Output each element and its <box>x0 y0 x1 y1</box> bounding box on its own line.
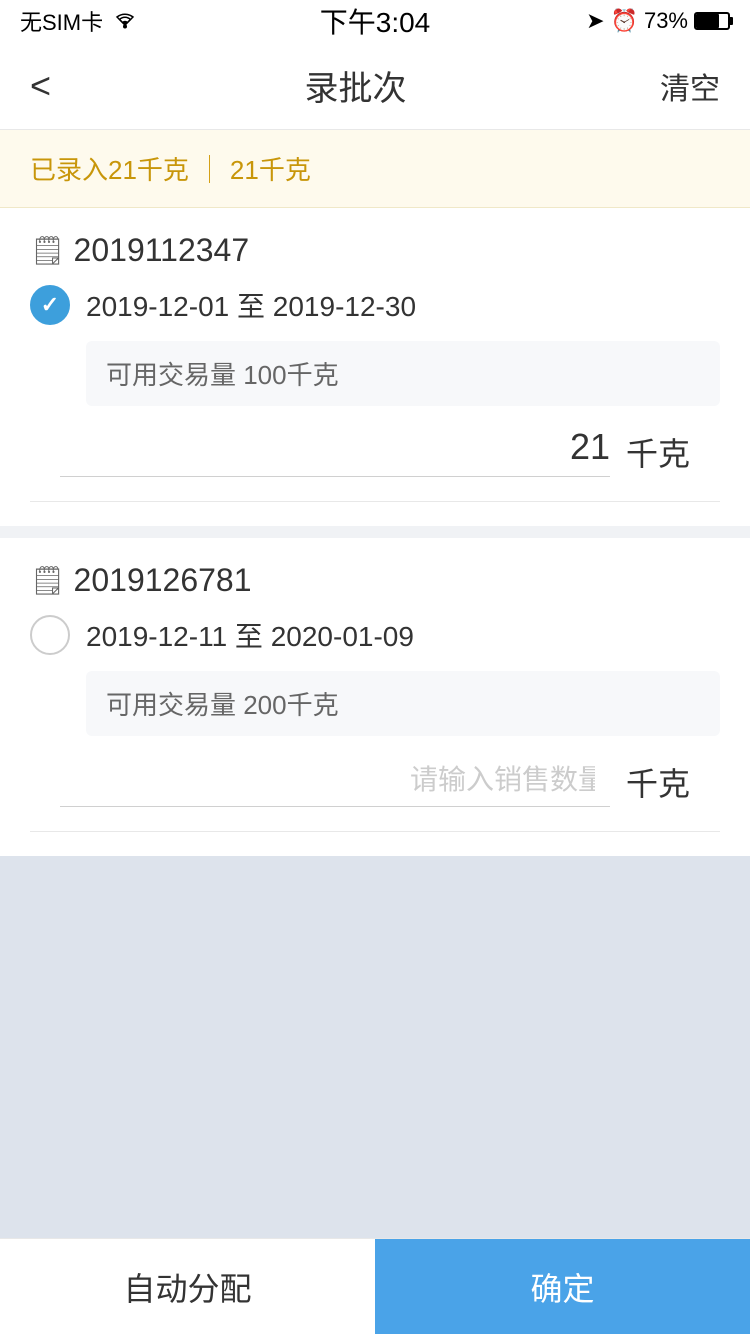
status-bar-left: 无SIM卡 <box>20 5 139 37</box>
status-bar: 无SIM卡 下午3:04 ➤ ⏰ 73% <box>0 0 750 42</box>
batch-date-row-2[interactable]: 2019-12-11 至 2020-01-09 <box>30 615 720 655</box>
quantity-row-2: 千克 <box>30 736 720 832</box>
auto-distribute-button[interactable]: 自动分配 <box>0 1239 375 1334</box>
carrier-text: 无SIM卡 <box>20 5 103 37</box>
batch-date-1: 2019-12-01 至 2019-12-30 <box>86 285 416 325</box>
battery-icon <box>694 12 730 30</box>
confirm-button[interactable]: 确定 <box>375 1239 750 1334</box>
bottom-bar: 自动分配 确定 <box>0 1238 750 1334</box>
batch-doc-icon-2: 🗒 <box>30 564 66 597</box>
batch-id-1: 2019112347 <box>74 232 250 269</box>
summary-entered: 已录入21千克 <box>30 150 189 187</box>
available-qty-1: 可用交易量 100千克 <box>86 341 720 406</box>
batch-item-2: 🗒 2019126781 2019-12-11 至 2020-01-09 可用交… <box>0 526 750 856</box>
quantity-row-1: 21 千克 <box>30 406 720 502</box>
summary-divider <box>209 155 210 183</box>
status-bar-time: 下午3:04 <box>320 1 431 41</box>
status-bar-right: ➤ ⏰ 73% <box>586 8 730 34</box>
batch-date-row-1[interactable]: 2019-12-01 至 2019-12-30 <box>30 285 720 325</box>
summary-amount: 21千克 <box>230 150 311 187</box>
nav-bar: < 录批次 清空 <box>0 42 750 130</box>
location-icon: ➤ <box>586 8 604 34</box>
quantity-input-container-1: 21 <box>60 426 610 477</box>
quantity-value-1: 21 <box>570 426 610 468</box>
batch-item-1: 🗒 2019112347 2019-12-01 至 2019-12-30 可用交… <box>0 208 750 526</box>
wifi-icon <box>111 7 139 35</box>
batch-date-2: 2019-12-11 至 2020-01-09 <box>86 615 414 655</box>
empty-space <box>0 856 750 1256</box>
back-button[interactable]: < <box>30 65 51 107</box>
batch-radio-1[interactable] <box>30 285 70 325</box>
batch-id-2: 2019126781 <box>74 562 252 599</box>
quantity-input-container-2 <box>60 756 610 807</box>
batch-doc-icon-1: 🗒 <box>30 234 66 267</box>
page-title: 录批次 <box>305 61 407 110</box>
batch-id-row-2: 🗒 2019126781 <box>30 562 720 599</box>
batch-list: 🗒 2019112347 2019-12-01 至 2019-12-30 可用交… <box>0 208 750 856</box>
summary-banner: 已录入21千克 21千克 <box>0 130 750 208</box>
clear-button[interactable]: 清空 <box>660 64 720 108</box>
quantity-input-2[interactable] <box>410 756 610 798</box>
quantity-unit-1: 千克 <box>626 429 690 475</box>
available-qty-2: 可用交易量 200千克 <box>86 671 720 736</box>
batch-radio-2[interactable] <box>30 615 70 655</box>
battery-percent: 73% <box>644 8 688 34</box>
batch-id-row-1: 🗒 2019112347 <box>30 232 720 269</box>
quantity-unit-2: 千克 <box>626 759 690 805</box>
alarm-icon: ⏰ <box>611 8 638 34</box>
